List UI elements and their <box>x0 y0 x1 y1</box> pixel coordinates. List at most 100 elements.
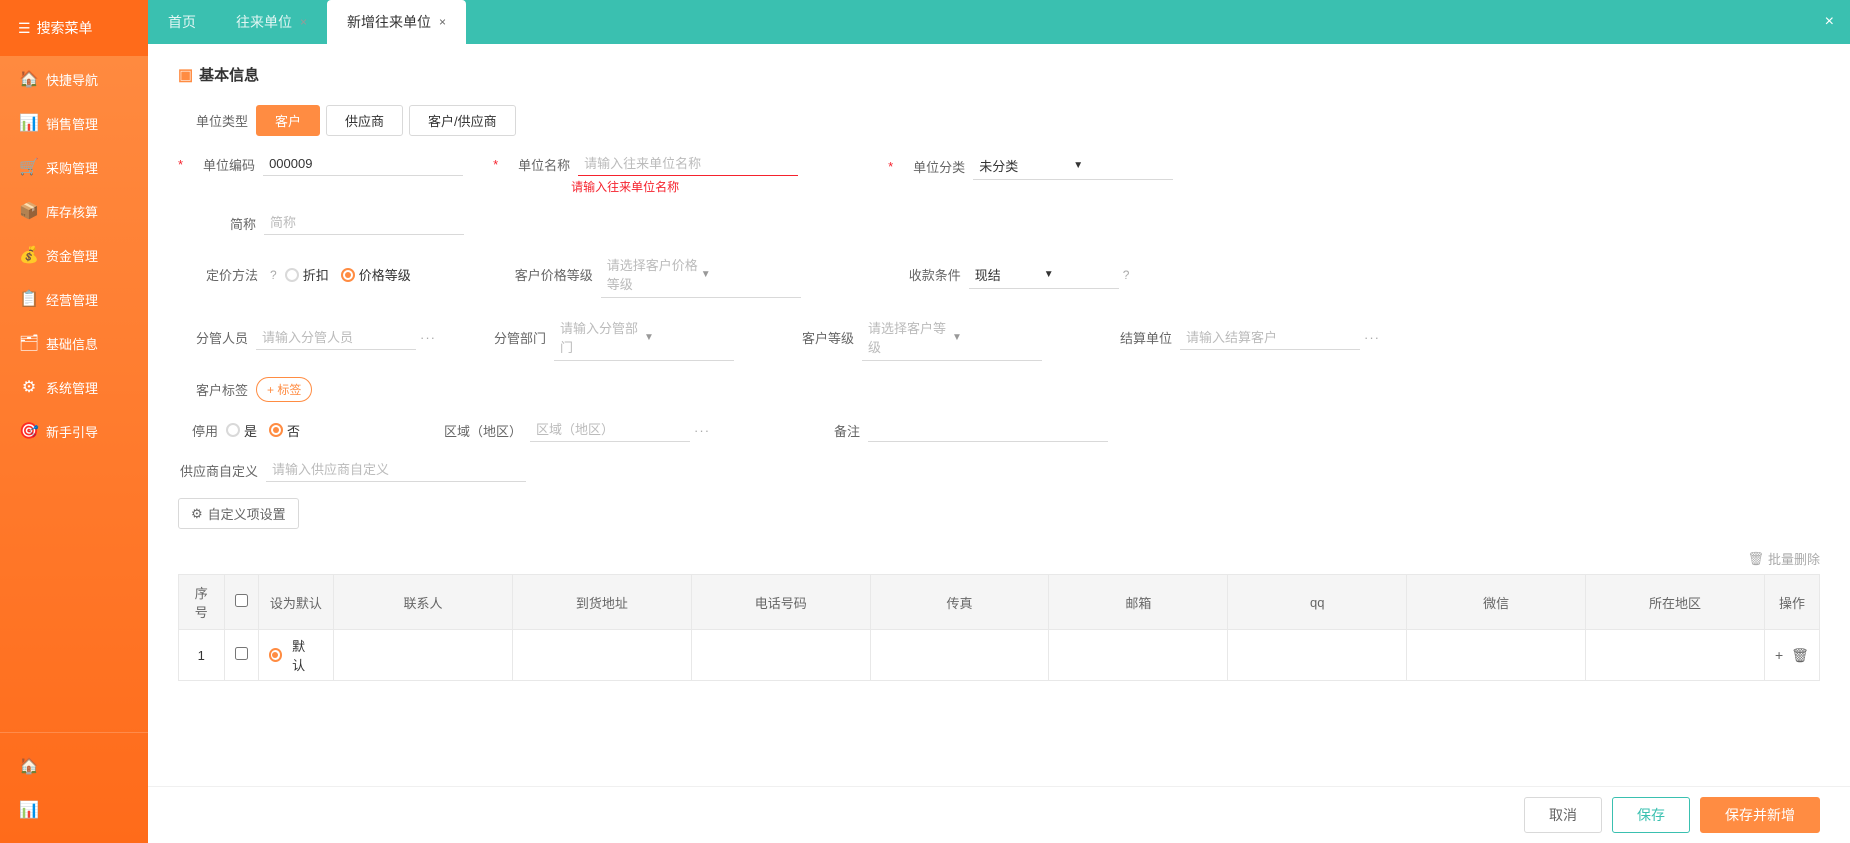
row-address[interactable] <box>512 630 691 681</box>
sidebar-item-system[interactable]: ⚙系统管理 <box>6 366 142 408</box>
row-address-input[interactable] <box>531 648 673 663</box>
code-input[interactable] <box>263 152 463 176</box>
row-contact[interactable] <box>334 630 513 681</box>
tab-partners[interactable]: 往来单位 × <box>216 0 327 44</box>
row-checkbox[interactable] <box>235 647 248 660</box>
table-row: 1 默认 <box>179 630 1820 681</box>
row-wechat-input[interactable] <box>1425 648 1567 663</box>
sidebar-item-label-basic: 基础信息 <box>46 334 98 353</box>
row-fax[interactable] <box>870 630 1049 681</box>
row-default-circle <box>269 648 283 662</box>
shortname-input[interactable] <box>264 211 464 235</box>
tab-home[interactable]: 首页 <box>148 0 216 44</box>
purchase-icon: 🛒 <box>18 156 40 178</box>
cancel-button[interactable]: 取消 <box>1524 797 1602 833</box>
name-label: 单位名称 <box>500 155 570 174</box>
pricing-radio-discount-circle <box>285 268 299 282</box>
sidebar-item-sales[interactable]: 📊销售管理 <box>6 102 142 144</box>
sidebar-item-purchase[interactable]: 🛒采购管理 <box>6 146 142 188</box>
sidebar-search[interactable]: ☰ 搜索菜单 <box>0 10 148 46</box>
sidebar-item-inventory[interactable]: 📦库存核算 <box>6 190 142 232</box>
disabled-radio-no[interactable]: 否 <box>269 421 300 440</box>
supplier-custom-input[interactable] <box>266 458 526 482</box>
field-region: 区域（地区） ··· <box>442 418 710 442</box>
remark-input[interactable] <box>868 418 1108 442</box>
row-phone-input[interactable] <box>710 648 852 663</box>
payment-select[interactable]: 现结 ▼ <box>969 261 1119 289</box>
row-check[interactable] <box>224 630 258 681</box>
region-input[interactable] <box>530 418 690 442</box>
row-wechat[interactable] <box>1407 630 1586 681</box>
tab-home-label: 首页 <box>168 12 196 32</box>
settlement-input[interactable] <box>1180 326 1360 350</box>
sidebar-item-home-bottom[interactable]: 🏠 <box>6 745 142 787</box>
tab-new-partner-close[interactable]: × <box>439 15 446 29</box>
sidebar-item-quick-nav[interactable]: 🏠快捷导航 <box>6 58 142 100</box>
save-and-new-button[interactable]: 保存并新增 <box>1700 797 1820 833</box>
window-close-button[interactable]: × <box>1809 13 1850 31</box>
type-btn-both[interactable]: 客户/供应商 <box>409 105 516 136</box>
name-input[interactable] <box>578 152 798 176</box>
sidebar-item-guide[interactable]: 🎯新手引导 <box>6 410 142 452</box>
region-more-btn[interactable]: ··· <box>694 423 710 438</box>
select-all-checkbox[interactable] <box>235 594 248 607</box>
row-default-radio[interactable]: 默认 <box>269 636 312 674</box>
sidebar-item-ops[interactable]: 📋经营管理 <box>6 278 142 320</box>
sidebar-search-label: 搜索菜单 <box>37 18 93 38</box>
row-delete-button[interactable]: 🗑 <box>1791 647 1809 664</box>
row-region-input[interactable] <box>1604 648 1746 663</box>
custom-settings-button[interactable]: ⚙ 自定义项设置 <box>178 498 299 529</box>
tab-new-partner[interactable]: 新增往来单位 × <box>327 0 466 44</box>
custom-settings-label: 自定义项设置 <box>208 504 286 523</box>
pricing-radio-level-circle <box>341 268 355 282</box>
sidebar-item-finance[interactable]: 💰资金管理 <box>6 234 142 276</box>
payment-chevron: ▼ <box>1044 269 1113 280</box>
manager-input[interactable] <box>256 326 416 350</box>
customer-level-select[interactable]: 请选择客户等级 ▼ <box>862 314 1042 361</box>
field-pricing: 定价方法 ? 折扣 价格等级 <box>178 265 443 284</box>
payment-value: 现结 <box>975 265 1044 284</box>
row-fax-input[interactable] <box>889 648 1031 663</box>
row-email-input[interactable] <box>1067 648 1209 663</box>
row-contact-input[interactable] <box>352 648 494 663</box>
batch-delete-button[interactable]: 🗑 批量删除 <box>1747 549 1820 568</box>
sidebar-item-label-system: 系统管理 <box>46 378 98 397</box>
sidebar-item-stats-bottom[interactable]: 📊 <box>6 789 142 831</box>
table-actions: 🗑 批量删除 <box>178 549 1820 568</box>
unit-type-row: 单位类型 客户 供应商 客户/供应商 <box>178 105 1820 136</box>
home-bottom-icon: 🏠 <box>18 755 40 777</box>
sidebar-item-label-ops: 经营管理 <box>46 290 98 309</box>
department-select[interactable]: 请输入分管部门 ▼ <box>554 314 734 361</box>
manager-more-btn[interactable]: ··· <box>420 330 436 345</box>
section-icon: ▣ <box>178 65 193 85</box>
tags-label: 客户标签 <box>178 380 248 399</box>
row-shortname: 简称 <box>178 211 1820 235</box>
pricing-radio-level[interactable]: 价格等级 <box>341 265 411 284</box>
settlement-more-btn[interactable]: ··· <box>1364 330 1380 345</box>
row-qq-input[interactable] <box>1246 648 1388 663</box>
row-region[interactable] <box>1586 630 1765 681</box>
pricing-radio-discount[interactable]: 折扣 <box>285 265 329 284</box>
category-value: 未分类 <box>979 156 1073 175</box>
row-email[interactable] <box>1049 630 1228 681</box>
tab-partners-close[interactable]: × <box>300 15 307 29</box>
th-col-3: 联系人 <box>334 575 513 630</box>
disabled-radio-yes[interactable]: 是 <box>226 421 257 440</box>
row-manager: 分管人员 ··· 分管部门 请输入分管部门 ▼ 客户等级 请选择客户等级 ▼ 结… <box>178 314 1820 361</box>
type-btn-supplier[interactable]: 供应商 <box>326 105 403 136</box>
pricing-help-icon[interactable]: ? <box>270 268 277 282</box>
save-button[interactable]: 保存 <box>1612 797 1690 833</box>
sidebar-item-basic[interactable]: 🗂基础信息 <box>6 322 142 364</box>
add-tag-button[interactable]: + 标签 <box>256 377 312 402</box>
row-add-button[interactable]: + <box>1775 647 1783 663</box>
type-btn-customer[interactable]: 客户 <box>256 105 320 136</box>
shortname-label: 简称 <box>186 214 256 233</box>
customer-price-select[interactable]: 请选择客户价格等级 ▼ <box>601 251 801 298</box>
field-supplier-custom: 供应商自定义 <box>178 458 526 482</box>
category-chevron: ▼ <box>1073 160 1167 171</box>
payment-help-icon[interactable]: ? <box>1123 268 1130 282</box>
batch-delete-label: 批量删除 <box>1768 549 1820 568</box>
category-select[interactable]: 未分类 ▼ <box>973 152 1173 180</box>
row-phone[interactable] <box>691 630 870 681</box>
row-qq[interactable] <box>1228 630 1407 681</box>
